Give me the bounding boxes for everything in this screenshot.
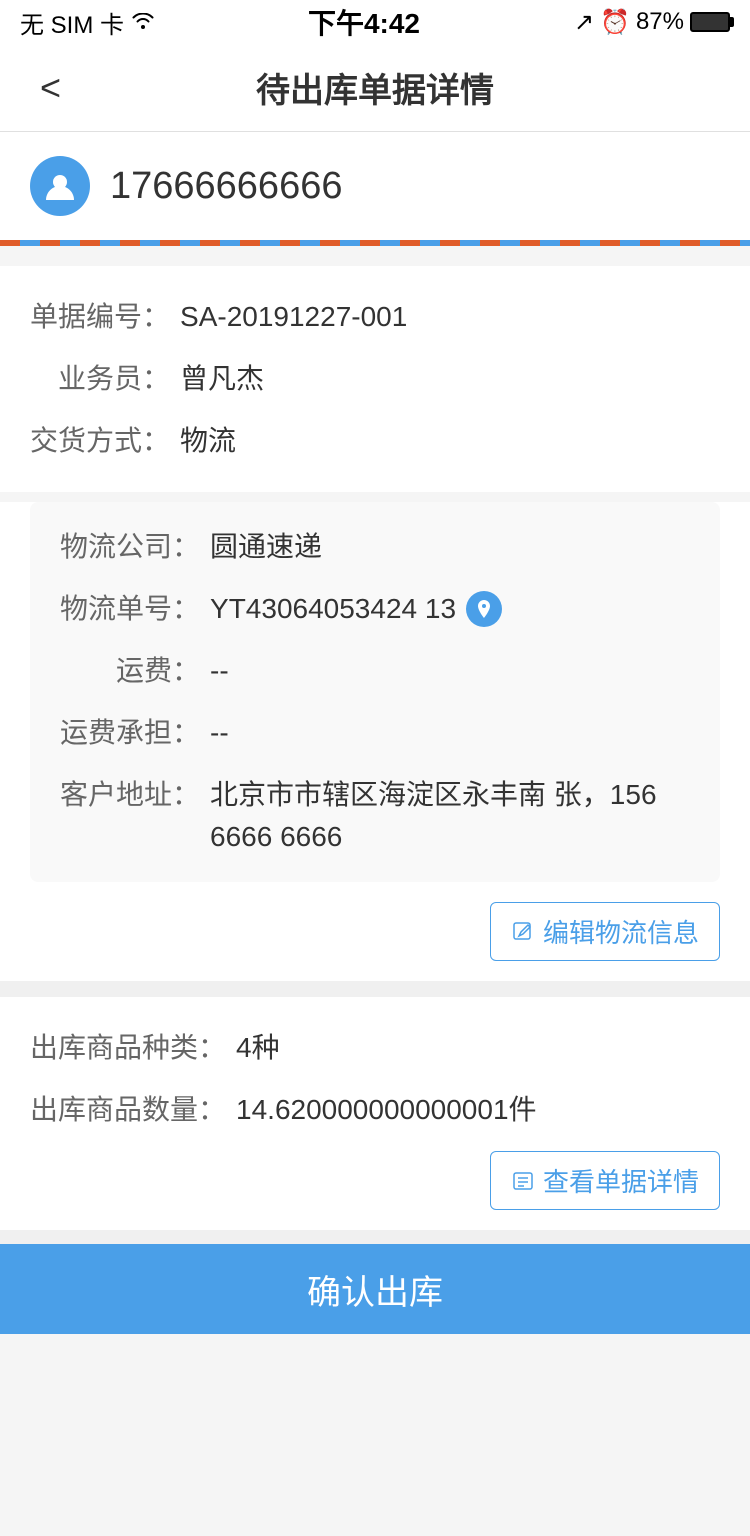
logistics-card: 物流公司： 圆通速递 物流单号： YT43064053424 13 运费： -- (30, 502, 720, 882)
goods-quantity-value: 14.620000000000001件 (236, 1089, 720, 1131)
view-details-button[interactable]: 查看单据详情 (490, 1151, 720, 1210)
nav-bar: < 待出库单据详情 (0, 44, 750, 132)
confirm-bar[interactable]: 确认出库 (0, 1244, 750, 1334)
status-bar: 无 SIM 卡 下午4:42 ↗ ⏰ 87% (0, 0, 750, 44)
tracking-location-button[interactable] (466, 591, 502, 627)
logistics-company-row: 物流公司： 圆通速递 (60, 526, 690, 568)
battery-icon (690, 12, 730, 32)
goods-types-value: 4种 (236, 1027, 720, 1069)
order-info-section: 单据编号： SA-20191227-001 业务员： 曾凡杰 交货方式： 物流 (0, 266, 750, 492)
location-icon: ↗ (574, 8, 594, 37)
status-left: 无 SIM 卡 (20, 5, 154, 40)
back-button[interactable]: < (30, 57, 71, 119)
logistics-tracking-label: 物流单号： (60, 588, 200, 630)
order-number-label: 单据编号： (30, 296, 170, 338)
customer-phone: 17666666666 (110, 165, 342, 208)
edit-logistics-label: 编辑物流信息 (543, 913, 699, 950)
avatar (30, 156, 90, 216)
freight-row: 运费： -- (60, 650, 690, 692)
order-number-value: SA-20191227-001 (180, 296, 720, 338)
goods-quantity-label: 出库商品数量： (30, 1089, 226, 1131)
wifi-icon (132, 8, 154, 36)
goods-types-label: 出库商品种类： (30, 1027, 226, 1069)
goods-types-row: 出库商品种类： 4种 (30, 1027, 720, 1069)
logistics-tracking-value: YT43064053424 13 (210, 588, 690, 630)
carrier-label: 无 SIM 卡 (20, 5, 124, 40)
freight-label: 运费： (60, 650, 200, 692)
goods-section: 出库商品种类： 4种 出库商品数量： 14.620000000000001件 查… (0, 997, 750, 1230)
logistics-tracking-row: 物流单号： YT43064053424 13 (60, 588, 690, 630)
logistics-company-label: 物流公司： (60, 526, 200, 568)
address-label: 客户地址： (60, 774, 200, 816)
freight-value: -- (210, 650, 690, 692)
delivery-label: 交货方式： (30, 420, 170, 462)
view-details-label: 查看单据详情 (543, 1162, 699, 1199)
battery-percent: 87% (636, 8, 684, 36)
status-right: ↗ ⏰ 87% (574, 8, 730, 37)
salesman-label: 业务员： (30, 358, 170, 400)
freight-bearer-label: 运费承担： (60, 712, 200, 754)
logistics-company-value: 圆通速递 (210, 526, 690, 568)
address-row: 客户地址： 北京市市辖区海淀区永丰南 张，156 6666 6666 (60, 774, 690, 858)
freight-bearer-row: 运费承担： -- (60, 712, 690, 754)
dashed-divider (0, 240, 750, 246)
customer-header: 17666666666 (0, 132, 750, 240)
confirm-label: 确认出库 (307, 1265, 443, 1314)
gray-separator-1 (0, 981, 750, 997)
delivery-row: 交货方式： 物流 (30, 420, 720, 462)
salesman-value: 曾凡杰 (180, 358, 720, 400)
delivery-value: 物流 (180, 420, 720, 462)
order-number-row: 单据编号： SA-20191227-001 (30, 296, 720, 338)
freight-bearer-value: -- (210, 712, 690, 754)
salesman-row: 业务员： 曾凡杰 (30, 358, 720, 400)
edit-logistics-button[interactable]: 编辑物流信息 (490, 902, 720, 961)
page-title: 待出库单据详情 (256, 63, 494, 112)
address-value: 北京市市辖区海淀区永丰南 张，156 6666 6666 (210, 774, 690, 858)
logistics-section: 物流公司： 圆通速递 物流单号： YT43064053424 13 运费： -- (0, 502, 750, 981)
alarm-icon: ⏰ (600, 8, 630, 37)
status-time: 下午4:42 (308, 2, 420, 42)
goods-quantity-row: 出库商品数量： 14.620000000000001件 (30, 1089, 720, 1131)
